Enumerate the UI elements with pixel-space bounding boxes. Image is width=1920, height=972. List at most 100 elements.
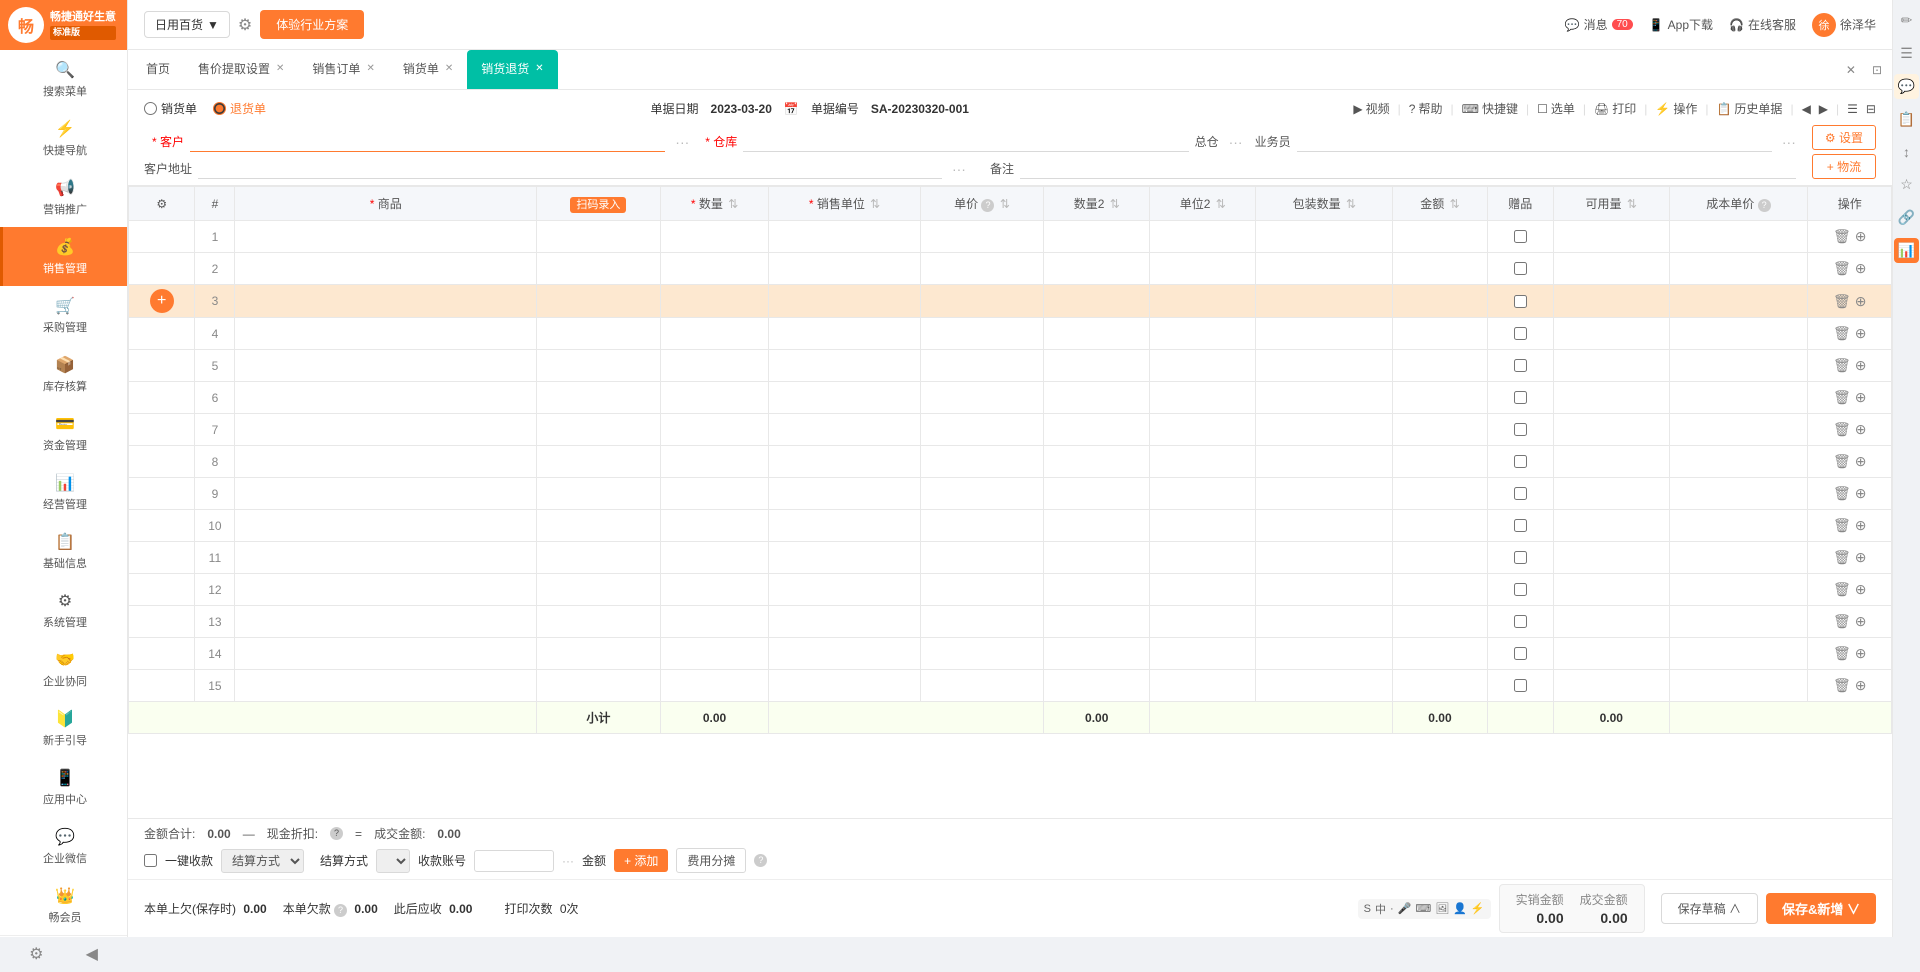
td-pack-qty[interactable] [1256,606,1393,638]
save-draft-btn[interactable]: 保存草稿 ∧ [1661,893,1758,924]
td-available[interactable] [1553,478,1669,510]
delete-row-icon[interactable]: 🗑 [1833,228,1851,245]
customer-dots-btn[interactable]: ··· [675,134,689,150]
rp-list-icon[interactable]: ☰ [1896,41,1917,66]
topbar-settings-icon[interactable]: ⚙ [238,15,252,35]
copy-row-icon[interactable]: ⊕ [1855,357,1867,374]
tab-sales-return-close-icon[interactable]: ✕ [535,63,543,74]
td-product[interactable] [235,285,537,318]
td-pack-qty[interactable] [1256,670,1393,702]
td-unit-price[interactable] [920,414,1043,446]
tab-price-setting[interactable]: 售价提取设置 ✕ [184,50,298,89]
td-gift[interactable] [1487,510,1553,542]
sidebar-item-guide[interactable]: 🔰 新手引导 [0,699,127,758]
td-available[interactable] [1553,318,1669,350]
gift-checkbox[interactable] [1514,583,1527,596]
add-row-btn[interactable]: + [150,289,174,313]
toolbar-view-card[interactable]: ☰ [1847,102,1858,116]
copy-row-icon[interactable]: ⊕ [1855,549,1867,566]
copy-row-icon[interactable]: ⊕ [1855,228,1867,245]
copy-row-icon[interactable]: ⊕ [1855,485,1867,502]
gift-checkbox[interactable] [1514,359,1527,372]
delete-row-icon[interactable]: 🗑 [1833,421,1851,438]
td-qty2[interactable] [1044,510,1150,542]
td-available[interactable] [1553,285,1669,318]
td-pack-qty[interactable] [1256,382,1393,414]
td-unit-price[interactable] [920,285,1043,318]
sort-unit2-icon[interactable]: ⇅ [1216,197,1226,211]
th-scan[interactable]: 扫码录入 [536,187,660,221]
td-unit2[interactable] [1150,318,1256,350]
td-gift[interactable] [1487,382,1553,414]
sort-price-icon[interactable]: ⇅ [1000,197,1010,211]
td-qty2[interactable] [1044,414,1150,446]
toolbar-print[interactable]: 🖨 打印 [1594,100,1636,117]
td-available[interactable] [1553,414,1669,446]
td-sales-unit[interactable] [769,350,921,382]
calendar-icon[interactable]: 📅 [784,102,799,116]
td-unit-price[interactable] [920,542,1043,574]
td-qty2[interactable] [1044,606,1150,638]
copy-row-icon[interactable]: ⊕ [1855,453,1867,470]
delete-row-icon[interactable]: 🗑 [1833,453,1851,470]
td-available[interactable] [1553,670,1669,702]
td-unit-price[interactable] [920,253,1043,285]
td-pack-qty[interactable] [1256,638,1393,670]
td-unit2[interactable] [1150,670,1256,702]
td-qty2[interactable] [1044,285,1150,318]
td-sales-unit[interactable] [769,318,921,350]
calc-method-select[interactable]: 结算方式 [221,849,304,873]
td-gift[interactable] [1487,414,1553,446]
gift-checkbox[interactable] [1514,262,1527,275]
td-pack-qty[interactable] [1256,510,1393,542]
sidebar-item-purchase[interactable]: 🛒 采购管理 [0,286,127,345]
copy-row-icon[interactable]: ⊕ [1855,325,1867,342]
td-available[interactable] [1553,446,1669,478]
warehouse-dots-btn[interactable]: ··· [1229,134,1243,150]
td-amount[interactable] [1393,221,1487,253]
delete-row-icon[interactable]: 🗑 [1833,260,1851,277]
user-info[interactable]: 徐 徐泽华 [1812,13,1876,37]
fee-split-btn[interactable]: 费用分摊 [676,848,746,873]
toolbar-nav-prev[interactable]: ◀ [1802,102,1811,116]
td-unit-price[interactable] [920,446,1043,478]
address-input[interactable] [198,158,942,179]
td-amount[interactable] [1393,574,1487,606]
td-unit2[interactable] [1150,606,1256,638]
td-unit2[interactable] [1150,638,1256,670]
td-gift[interactable] [1487,478,1553,510]
toolbar-history[interactable]: 📋 历史单据 [1716,100,1782,117]
td-sales-unit[interactable] [769,606,921,638]
td-qty2[interactable] [1044,253,1150,285]
td-quantity[interactable] [660,382,768,414]
gift-checkbox[interactable] [1514,391,1527,404]
salesperson-input[interactable] [1297,131,1772,152]
td-unit2[interactable] [1150,510,1256,542]
logistics-btn[interactable]: + 物流 [1812,154,1876,179]
tab-sales-close-icon[interactable]: ✕ [445,63,453,74]
td-gift[interactable] [1487,350,1553,382]
account-input[interactable] [474,850,554,872]
td-available[interactable] [1553,221,1669,253]
td-quantity[interactable] [660,670,768,702]
td-gift[interactable] [1487,606,1553,638]
warehouse-input[interactable] [743,131,1188,152]
td-pack-qty[interactable] [1256,478,1393,510]
radio-sales[interactable]: 销货单 [144,100,197,117]
toolbar-select[interactable]: ☐ 选单 [1537,100,1575,117]
td-unit-price[interactable] [920,670,1043,702]
copy-row-icon[interactable]: ⊕ [1855,581,1867,598]
copy-row-icon[interactable]: ⊕ [1855,645,1867,662]
toolbar-video[interactable]: ▶ 视频 [1353,100,1389,117]
td-unit2[interactable] [1150,382,1256,414]
td-sales-unit[interactable] [769,382,921,414]
copy-row-icon[interactable]: ⊕ [1855,517,1867,534]
delete-row-icon[interactable]: 🗑 [1833,581,1851,598]
toolbar-shortcut[interactable]: ⌨ 快捷键 [1462,100,1518,117]
td-pack-qty[interactable] [1256,318,1393,350]
add-fee-btn[interactable]: + 添加 [614,849,668,872]
td-unit2[interactable] [1150,414,1256,446]
td-amount[interactable] [1393,606,1487,638]
td-sales-unit[interactable] [769,285,921,318]
td-product[interactable] [235,221,537,253]
